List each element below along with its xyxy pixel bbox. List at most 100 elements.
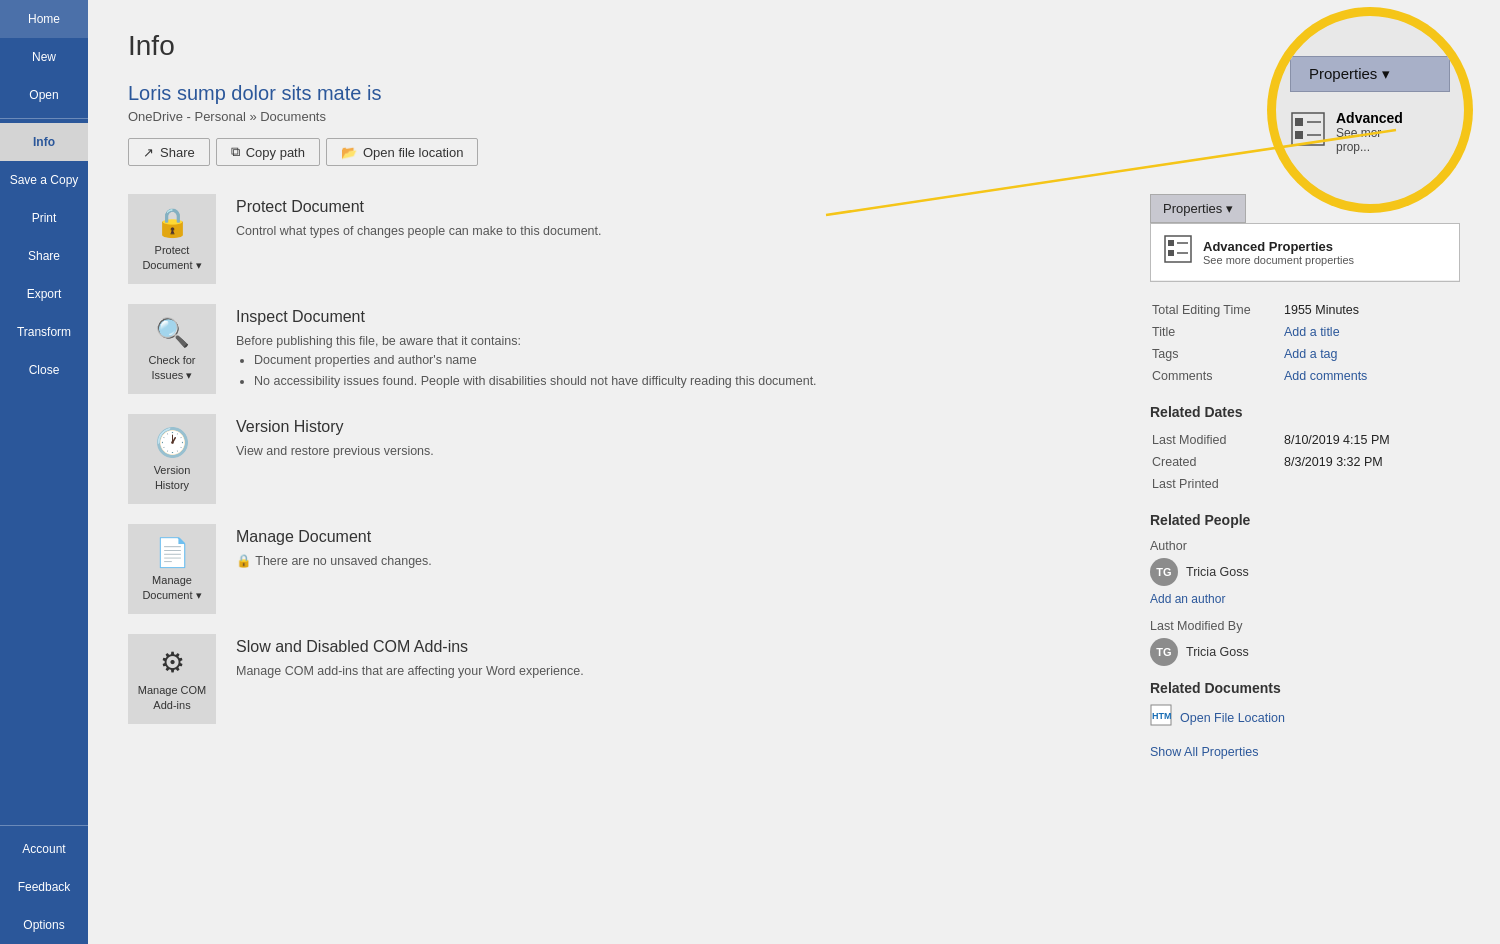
right-panel: Properties ▾ Advanced Properti: [1120, 194, 1460, 760]
last-printed-label: Last Printed: [1152, 474, 1282, 494]
protect-document-button[interactable]: 🔒 ProtectDocument ▾: [128, 194, 216, 284]
created-value: 8/3/2019 3:32 PM: [1284, 452, 1458, 472]
page-title: Info: [128, 30, 1460, 62]
related-people-title: Related People: [1150, 512, 1460, 528]
protect-title: Protect Document: [236, 198, 602, 216]
open-file-location-row[interactable]: HTML Open File Location: [1150, 704, 1460, 731]
svg-rect-8: [1295, 118, 1303, 126]
copy-path-button[interactable]: ⧉ Copy path: [216, 138, 320, 166]
editing-time-label: Total Editing Time: [1152, 300, 1282, 320]
title-value[interactable]: Add a title: [1284, 325, 1340, 339]
sidebar-divider-1: [0, 118, 88, 119]
left-content: 🔒 ProtectDocument ▾ Protect Document Con…: [128, 194, 1120, 760]
last-modified-label: Last Modified: [1152, 430, 1282, 450]
sidebar-item-account[interactable]: Account: [0, 830, 88, 868]
version-content: Version History View and restore previou…: [236, 414, 434, 461]
clock-icon: 🕐: [155, 426, 190, 459]
doc-icon: 📄: [155, 536, 190, 569]
svg-rect-2: [1168, 250, 1174, 256]
sidebar-item-new[interactable]: New: [0, 38, 88, 76]
folder-icon: 📂: [341, 145, 357, 160]
magnify-adv-sub: See morprop...: [1336, 126, 1403, 154]
svg-rect-1: [1168, 240, 1174, 246]
magnify-adv-label: Advanced: [1336, 110, 1403, 126]
tags-value[interactable]: Add a tag: [1284, 347, 1338, 361]
adv-props-sublabel: See more document properties: [1203, 254, 1354, 266]
comments-label: Comments: [1152, 366, 1282, 386]
comments-value[interactable]: Add comments: [1284, 369, 1367, 383]
manage-desc: 🔒 There are no unsaved changes.: [236, 552, 432, 571]
manage-document-button[interactable]: 📄 ManageDocument ▾: [128, 524, 216, 614]
add-author-link[interactable]: Add an author: [1150, 592, 1460, 606]
sidebar-item-transform[interactable]: Transform: [0, 313, 88, 351]
inspect-title: Inspect Document: [236, 308, 817, 326]
sidebar-item-print[interactable]: Print: [0, 199, 88, 237]
inspect-icon: 🔍: [155, 316, 190, 349]
magnify-props-label: Properties ▾: [1309, 65, 1390, 83]
sidebar-item-info[interactable]: Info: [0, 123, 88, 161]
inspect-bullet-1: Document properties and author's name: [254, 351, 817, 370]
manage-com-button[interactable]: ⚙ Manage COMAdd-ins: [128, 634, 216, 724]
share-button[interactable]: ↗ Share: [128, 138, 210, 166]
properties-label: Properties ▾: [1163, 201, 1233, 216]
main-content: Info Loris sump dolor sits mate is OneDr…: [88, 0, 1500, 944]
svg-rect-0: [1165, 236, 1191, 262]
last-modified-by-label: Last Modified By: [1150, 619, 1242, 633]
sidebar-item-home[interactable]: Home: [0, 0, 88, 38]
protect-card: 🔒 ProtectDocument ▾ Protect Document Con…: [128, 194, 1120, 284]
protect-label: ProtectDocument ▾: [142, 243, 201, 272]
sidebar-divider-2: [0, 825, 88, 826]
sidebar-item-share[interactable]: Share: [0, 237, 88, 275]
title-label: Title: [1152, 322, 1282, 342]
open-location-button[interactable]: 📂 Open file location: [326, 138, 478, 166]
show-all-properties-link[interactable]: Show All Properties: [1150, 745, 1258, 759]
magnify-inner: Properties ▾ Advanced See morprop...: [1276, 46, 1464, 174]
svg-rect-7: [1292, 113, 1324, 145]
magnify-properties-button[interactable]: Properties ▾: [1290, 56, 1450, 92]
sidebar-item-open[interactable]: Open: [0, 76, 88, 114]
sidebar-item-export[interactable]: Export: [0, 275, 88, 313]
copy-icon: ⧉: [231, 144, 240, 160]
manage-title: Manage Document: [236, 528, 432, 546]
sidebar-item-save-copy[interactable]: Save a Copy: [0, 161, 88, 199]
document-path: OneDrive - Personal » Documents: [128, 109, 1460, 124]
com-content: Slow and Disabled COM Add-ins Manage COM…: [236, 634, 584, 681]
version-desc: View and restore previous versions.: [236, 442, 434, 461]
properties-table: Total Editing Time 1955 Minutes Title Ad…: [1150, 298, 1460, 388]
content-area: 🔒 ProtectDocument ▾ Protect Document Con…: [128, 194, 1460, 760]
document-title: Loris sump dolor sits mate is: [128, 82, 1460, 105]
version-history-button[interactable]: 🕐 VersionHistory: [128, 414, 216, 504]
sidebar-item-feedback[interactable]: Feedback: [0, 868, 88, 906]
related-docs-title: Related Documents: [1150, 680, 1460, 696]
sidebar-item-close[interactable]: Close: [0, 351, 88, 389]
author-name: Tricia Goss: [1186, 565, 1249, 579]
sidebar-item-options[interactable]: Options: [0, 906, 88, 944]
manage-content: Manage Document 🔒 There are no unsaved c…: [236, 524, 432, 571]
created-label: Created: [1152, 452, 1282, 472]
editing-time-value: 1955 Minutes: [1284, 300, 1458, 320]
properties-button[interactable]: Properties ▾: [1150, 194, 1246, 223]
sidebar-bottom: Account Feedback Options: [0, 821, 88, 944]
sidebar: Home New Open Info Save a Copy Print Sha…: [0, 0, 88, 944]
advanced-properties-item[interactable]: Advanced Properties See more document pr…: [1151, 224, 1459, 281]
lock-icon: 🔒: [155, 206, 190, 239]
dates-table: Last Modified 8/10/2019 4:15 PM Created …: [1150, 428, 1460, 496]
check-issues-button[interactable]: 🔍 Check forIssues ▾: [128, 304, 216, 394]
inspect-label: Check forIssues ▾: [148, 353, 195, 382]
magnify-adv-item: Advanced See morprop...: [1290, 100, 1450, 164]
protect-desc: Control what types of changes people can…: [236, 222, 602, 241]
share-icon: ↗: [143, 145, 154, 160]
com-desc: Manage COM add-ins that are affecting yo…: [236, 662, 584, 681]
svg-rect-9: [1295, 131, 1303, 139]
magnify-overlay: Properties ▾ Advanced See morprop...: [1270, 10, 1470, 210]
inspect-desc: Before publishing this file, be aware th…: [236, 332, 817, 390]
modifier-row: TG Tricia Goss: [1150, 638, 1460, 666]
magnify-adv-icon: [1290, 111, 1326, 154]
inspect-content: Inspect Document Before publishing this …: [236, 304, 817, 392]
manage-card: 📄 ManageDocument ▾ Manage Document 🔒 The…: [128, 524, 1120, 614]
related-dates-title: Related Dates: [1150, 404, 1460, 420]
com-card: ⚙ Manage COMAdd-ins Slow and Disabled CO…: [128, 634, 1120, 724]
last-printed-value: [1284, 474, 1458, 494]
open-file-location-link[interactable]: Open File Location: [1180, 711, 1285, 725]
modifier-avatar: TG: [1150, 638, 1178, 666]
